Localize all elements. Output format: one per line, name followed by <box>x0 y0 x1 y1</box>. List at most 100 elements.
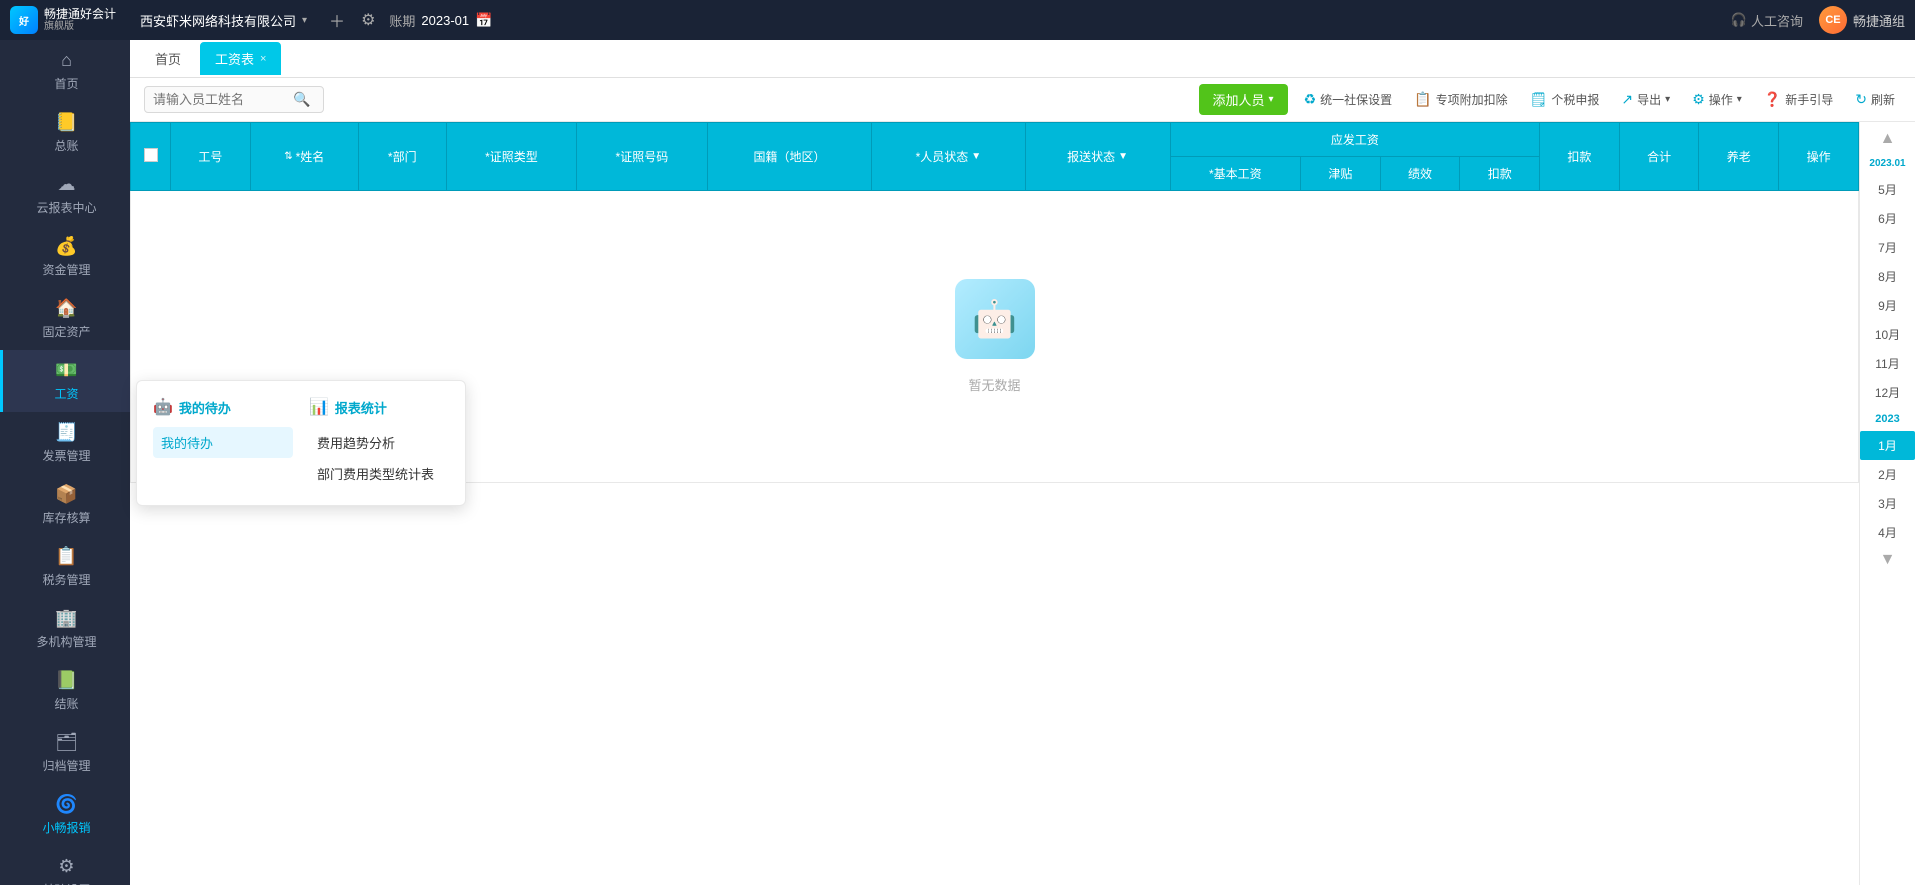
search-box: 🔍 <box>144 86 324 113</box>
popup-menu: 🤖 我的待办 我的待办 📊 报表统计 费用趋势分析 部门费用类型统计表 <box>136 380 466 506</box>
month-nav-down[interactable]: ▼ <box>1860 547 1915 573</box>
sidebar-item-tax[interactable]: 📋 税务管理 <box>0 536 130 598</box>
month-item-11[interactable]: 11月 <box>1860 349 1915 378</box>
invoice-icon: 🧾 <box>55 422 77 443</box>
sidebar-item-multi-org[interactable]: 🏢 多机构管理 <box>0 598 130 660</box>
th-emp-no: 工号 <box>171 123 251 191</box>
empty-robot-icon <box>955 279 1035 359</box>
tab-salary[interactable]: 工资表 × <box>200 42 281 75</box>
calendar-icon[interactable]: 📅 <box>475 12 492 29</box>
search-icon[interactable]: 🔍 <box>293 91 310 108</box>
salary-icon: 💵 <box>55 360 77 381</box>
sidebar-item-fixed-assets[interactable]: 🏠 固定资产 <box>0 288 130 350</box>
toolbar: 🔍 添加人员 ▾ ♻ 统一社保设置 📋 专项附加扣除 🗒 个税申报 <box>130 78 1915 122</box>
settings-button[interactable]: ⚙ <box>357 6 379 34</box>
special-deduct-icon: 📋 <box>1414 91 1431 108</box>
sidebar-item-ledger[interactable]: 📒 总账 <box>0 102 130 164</box>
pending-title-icon: 🤖 <box>153 397 173 417</box>
special-deduct-button[interactable]: 📋 专项附加扣除 <box>1408 87 1513 112</box>
th-ops: 操作 <box>1779 123 1859 191</box>
th-deduct-sub: 扣款 <box>1460 157 1540 191</box>
current-period-display: 2023.01 <box>1860 152 1915 175</box>
sidebar-item-invoice[interactable]: 🧾 发票管理 <box>0 412 130 474</box>
settle-icon: 📗 <box>55 670 77 691</box>
th-country: 国籍（地区） <box>707 123 872 191</box>
empty-text: 暂无数据 <box>968 375 1020 394</box>
social-insurance-icon: ♻ <box>1304 91 1317 108</box>
sidebar-item-fund[interactable]: 💰 资金管理 <box>0 226 130 288</box>
new-guide-button[interactable]: ❓ 新手引导 <box>1758 87 1839 112</box>
avatar: CE <box>1819 6 1847 34</box>
select-all-checkbox[interactable] <box>144 148 158 162</box>
cloud-icon: ☁ <box>58 174 76 195</box>
sidebar-item-inventory[interactable]: 📦 库存核算 <box>0 474 130 536</box>
sidebar-item-salary[interactable]: 💵 工资 <box>0 350 130 412</box>
sidebar-item-archive[interactable]: 🗂 归档管理 <box>0 722 130 784</box>
home-icon: ⌂ <box>61 50 72 71</box>
th-id-no: *证照号码 <box>577 123 707 191</box>
period-area: 账期 2023-01 📅 <box>389 11 492 30</box>
th-dept: *部门 <box>358 123 446 191</box>
refresh-icon: ↻ <box>1855 91 1867 108</box>
tab-close-icon[interactable]: × <box>260 53 266 65</box>
refresh-button[interactable]: ↻ 刷新 <box>1849 87 1901 112</box>
sidebar-item-settle[interactable]: 📗 结账 <box>0 660 130 722</box>
month-item-2023-3[interactable]: 3月 <box>1860 489 1915 518</box>
month-item-2023-1[interactable]: 1月 <box>1860 431 1915 460</box>
service-button[interactable]: 🎧 人工咨询 <box>1731 11 1803 30</box>
th-allowance: 津贴 <box>1301 157 1381 191</box>
sidebar-item-home[interactable]: ⌂ 首页 <box>0 40 130 102</box>
popup-item-dept-cost[interactable]: 部门费用类型统计表 <box>309 458 449 489</box>
month-item-5[interactable]: 5月 <box>1860 175 1915 204</box>
month-nav-up[interactable]: ▲ <box>1860 126 1915 152</box>
headset-icon: 🎧 <box>1731 12 1747 28</box>
report-title-icon: 📊 <box>309 397 329 417</box>
fixed-assets-icon: 🏠 <box>55 298 77 319</box>
add-company-button[interactable]: ＋ <box>325 4 349 36</box>
month-item-10[interactable]: 10月 <box>1860 320 1915 349</box>
company-selector[interactable]: 西安虾米网络科技有限公司 ▾ <box>130 11 317 30</box>
popup-item-my-pending[interactable]: 我的待办 <box>153 427 293 458</box>
popup-section1-title: 🤖 我的待办 <box>153 397 293 417</box>
month-item-8[interactable]: 8月 <box>1860 262 1915 291</box>
month-item-7[interactable]: 7月 <box>1860 233 1915 262</box>
month-item-2023-4[interactable]: 4月 <box>1860 518 1915 547</box>
social-insurance-button[interactable]: ♻ 统一社保设置 <box>1298 87 1399 112</box>
sidebar-item-xiaochang[interactable]: 🌀 小畅报销 <box>0 784 130 846</box>
add-person-dropdown-icon: ▾ <box>1269 94 1274 105</box>
month-item-6[interactable]: 6月 <box>1860 204 1915 233</box>
user-area[interactable]: CE 畅捷通组 <box>1819 6 1905 34</box>
month-item-2023-2[interactable]: 2月 <box>1860 460 1915 489</box>
personal-tax-button[interactable]: 🗒 个税申报 <box>1524 87 1606 112</box>
user-name: 畅捷通组 <box>1853 11 1905 30</box>
tab-home[interactable]: 首页 <box>140 42 196 75</box>
tab-bar: 首页 工资表 × <box>130 40 1915 78</box>
sidebar-item-basic-settings[interactable]: ⚙ 基础设置 <box>0 846 130 885</box>
th-pension: 养老 <box>1699 123 1779 191</box>
settings-sidebar-icon: ⚙ <box>58 856 74 877</box>
new-guide-icon: ❓ <box>1764 91 1781 108</box>
top-bar: 好 畅捷通好会计 旗舰版 西安虾米网络科技有限公司 ▾ ＋ ⚙ 账期 2023-… <box>0 0 1915 40</box>
fund-icon: 💰 <box>55 236 77 257</box>
search-input[interactable] <box>153 92 293 107</box>
th-status: *人员状态 ▼ <box>872 123 1025 191</box>
filter-icon[interactable]: ▼ <box>971 151 981 162</box>
popup-item-cost-trend[interactable]: 费用趋势分析 <box>309 427 449 458</box>
operations-button[interactable]: ⚙ 操作 ▾ <box>1686 87 1748 112</box>
th-send-status: 报送状态 ▼ <box>1025 123 1170 191</box>
popup-menu-sections: 🤖 我的待办 我的待办 📊 报表统计 费用趋势分析 部门费用类型统计表 <box>153 397 449 489</box>
month-item-9[interactable]: 9月 <box>1860 291 1915 320</box>
sidebar-item-cloud-report[interactable]: ☁ 云报表中心 <box>0 164 130 226</box>
logo-area: 好 畅捷通好会计 旗舰版 <box>10 6 130 34</box>
send-filter-icon[interactable]: ▼ <box>1118 151 1128 162</box>
sort-icon: ⇅ <box>284 151 292 162</box>
period-value[interactable]: 2023-01 <box>421 13 469 28</box>
add-person-button[interactable]: 添加人员 ▾ <box>1199 84 1288 115</box>
month-item-12[interactable]: 12月 <box>1860 378 1915 407</box>
export-button[interactable]: ↗ 导出 ▾ <box>1615 87 1676 112</box>
export-icon: ↗ <box>1621 91 1633 108</box>
operations-dropdown-icon: ▾ <box>1737 94 1742 105</box>
th-checkbox[interactable] <box>131 123 171 191</box>
xiaochang-icon: 🌀 <box>55 794 77 815</box>
chevron-down-icon: ▾ <box>302 15 307 26</box>
